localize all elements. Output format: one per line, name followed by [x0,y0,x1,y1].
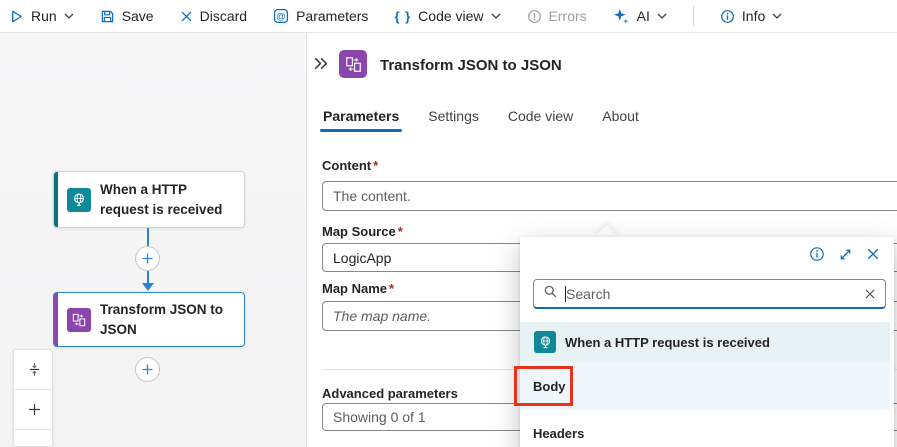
edge-line [147,271,149,283]
popup-search-input[interactable] [566,285,864,302]
parameters-label: Parameters [296,8,369,24]
errors-button[interactable]: Errors [527,8,587,24]
trigger-card-http-request[interactable]: When a HTTP request is received [53,171,245,228]
ai-button[interactable]: AI [613,8,667,25]
run-label: Run [31,8,57,24]
panel-tabs: Parameters Settings Code view About [319,104,640,132]
code-view-label: Code view [418,8,484,24]
required-asterisk: * [389,281,395,296]
search-icon [543,284,558,304]
chevron-down-icon [772,13,782,19]
fit-view-button[interactable] [14,350,52,390]
play-icon [9,9,24,24]
code-view-button[interactable]: { } Code view [394,8,501,24]
content-field-label: Content * [322,158,379,173]
popup-close-icon[interactable] [866,247,880,261]
tab-settings[interactable]: Settings [427,104,480,132]
transform-json-icon [339,50,367,78]
tab-code-view[interactable]: Code view [507,104,574,132]
save-label: Save [121,8,154,24]
popup-expand-icon[interactable] [838,247,853,262]
discard-button[interactable]: Discard [180,8,247,24]
popup-search-box [533,279,886,309]
parameters-at-icon: @ [273,8,289,24]
required-asterisk: * [397,224,403,239]
map-source-value: LogicApp [333,249,392,266]
chevron-down-icon [64,13,74,19]
trigger-accent-bar [54,172,58,227]
save-button[interactable]: Save [100,8,154,24]
search-clear-icon[interactable] [864,288,876,300]
discard-x-icon [180,10,193,23]
popup-item-headers-label: Headers [533,426,585,441]
save-icon [100,9,115,24]
info-circle-icon [720,9,735,24]
zoom-in-button[interactable] [14,390,52,430]
sparkles-icon [613,8,630,25]
run-button[interactable]: Run [9,8,74,24]
content-input-wrap [322,181,897,211]
advanced-parameters-value: Showing 0 of 1 [333,409,426,425]
popup-header-icons [809,246,880,262]
action-card-transform-json[interactable]: Transform JSON to JSON [53,292,245,347]
svg-text:@: @ [276,11,286,22]
error-circle-icon [527,9,542,24]
edge-arrowhead [142,283,154,291]
collapse-panel-button[interactable] [313,55,330,77]
canvas-zoom-toolbar [13,349,53,447]
action-card-title: Transform JSON to JSON [100,301,224,337]
popup-info-icon[interactable] [809,246,825,262]
map-name-field-label: Map Name * [322,281,395,296]
required-asterisk: * [373,158,379,173]
popup-group-header-http-request[interactable]: When a HTTP request is received [520,322,890,362]
tab-parameters[interactable]: Parameters [319,104,403,132]
http-request-icon [534,331,556,353]
content-input[interactable] [333,188,891,204]
add-step-button[interactable] [135,357,160,382]
http-request-icon [67,187,91,212]
toolbar-separator [692,6,694,26]
insert-step-button[interactable] [135,246,160,271]
panel-title: Transform JSON to JSON [380,57,562,74]
advanced-parameters-label: Advanced parameters [322,386,458,401]
map-source-field-label: Map Source * [322,224,403,239]
tab-about[interactable]: About [601,104,640,132]
parameters-button[interactable]: @ Parameters [273,8,368,24]
designer-toolbar: Run Save Discard @ Parameters { } Code v… [0,0,897,33]
annotation-highlight-box [514,366,573,406]
transform-json-icon [67,307,91,332]
code-braces-icon: { } [394,8,412,24]
popup-group-header-label: When a HTTP request is received [565,334,770,350]
ai-label: AI [636,8,650,24]
chevron-down-icon [491,13,501,19]
discard-label: Discard [199,8,248,24]
chevron-down-icon [657,13,667,19]
edge-line [147,228,149,246]
info-button[interactable]: Info [720,8,782,24]
info-label: Info [741,8,766,24]
zoom-out-button[interactable] [14,430,52,446]
popup-item-body[interactable]: Body [520,362,890,410]
trigger-card-title: When a HTTP request is received [100,181,223,217]
action-accent-bar [54,293,58,346]
errors-label: Errors [548,8,587,24]
popup-item-headers[interactable]: Headers [520,410,890,447]
dynamic-content-popup: When a HTTP request is received Body Hea… [520,237,894,447]
